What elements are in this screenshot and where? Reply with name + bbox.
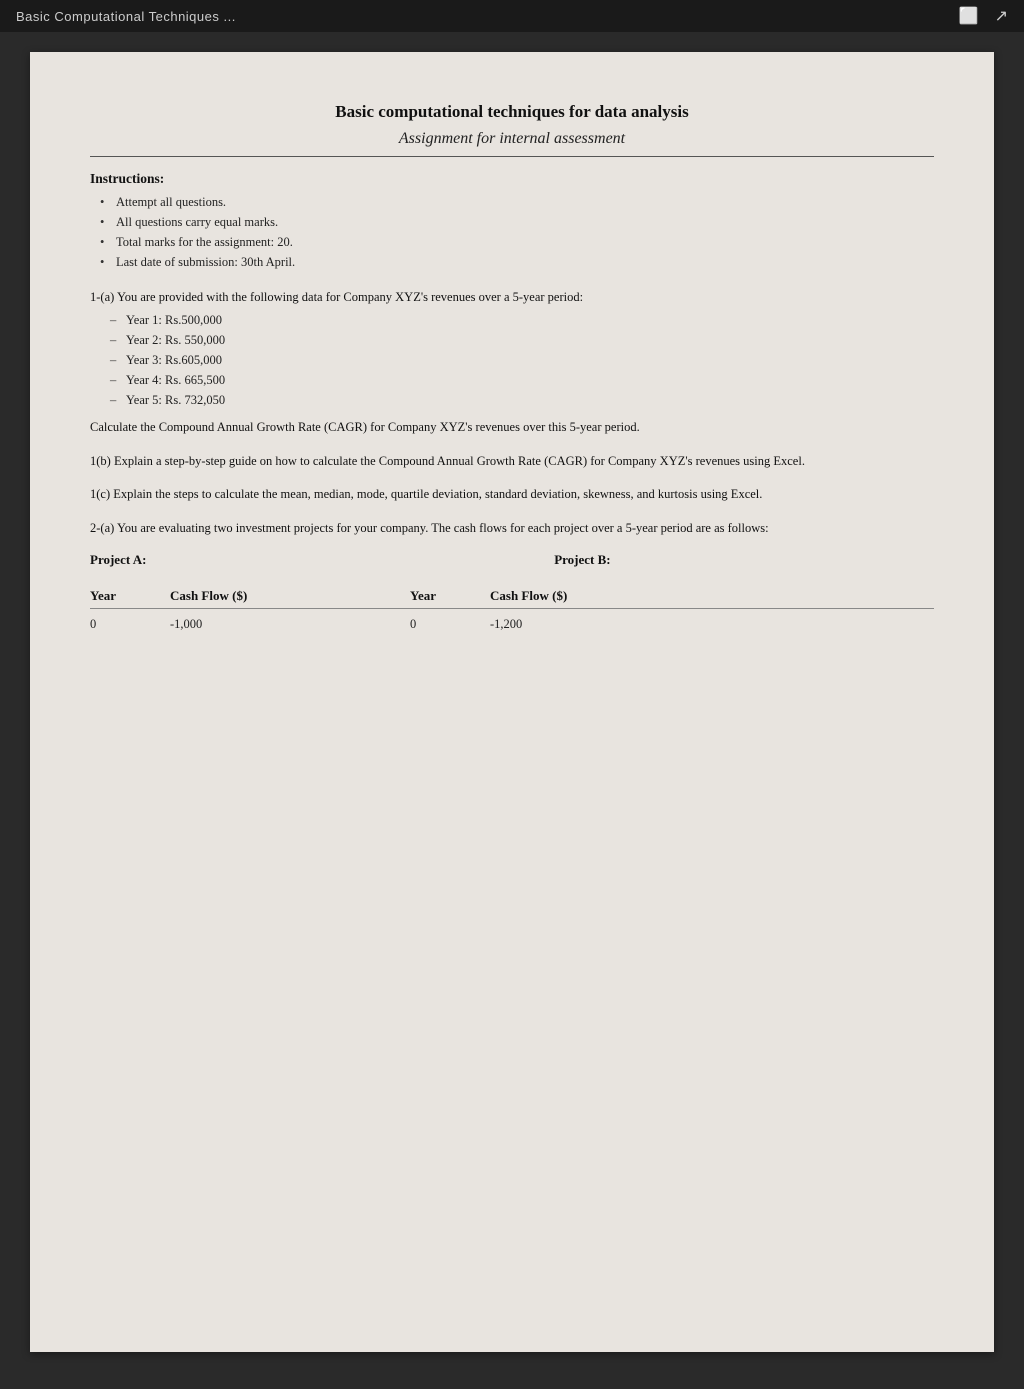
q1a-intro: 1-(a) You are provided with the followin…: [90, 288, 934, 307]
cell-year-b-0: 0: [410, 617, 490, 632]
doc-main-title: Basic computational techniques for data …: [90, 102, 934, 122]
list-item: Last date of submission: 30th April.: [100, 255, 934, 270]
cell-year-a-0: 0: [90, 617, 170, 632]
question-1a-block: 1-(a) You are provided with the followin…: [90, 288, 934, 438]
q2a-text: 2-(a) You are evaluating two investment …: [90, 519, 934, 538]
q1b-text: 1(b) Explain a step-by-step guide on how…: [90, 452, 934, 471]
instructions-label: Instructions:: [90, 171, 934, 187]
doc-subtitle: Assignment for internal assessment: [90, 130, 934, 148]
phone-frame: Basic Computational Techniques ... ⬜ ↗ B…: [0, 0, 1024, 1389]
question-1b-block: 1(b) Explain a step-by-step guide on how…: [90, 452, 934, 471]
col-header-year-a: Year: [90, 588, 170, 604]
table-header-row: Year Cash Flow ($) Year Cash Flow ($): [90, 588, 934, 604]
export-icon[interactable]: ⬜: [959, 6, 979, 26]
list-item: Year 1: Rs.500,000: [110, 313, 934, 328]
table-divider: [90, 608, 934, 609]
question-1c-block: 1(c) Explain the steps to calculate the …: [90, 485, 934, 504]
top-bar-icons: ⬜ ↗: [959, 6, 1008, 26]
list-item: Year 5: Rs. 732,050: [110, 393, 934, 408]
cell-cf-a-0: -1,000: [170, 617, 370, 632]
q1c-text: 1(c) Explain the steps to calculate the …: [90, 485, 934, 504]
projects-labels-row: Project A: Project B:: [90, 552, 934, 568]
list-item: Year 2: Rs. 550,000: [110, 333, 934, 348]
top-bar: Basic Computational Techniques ... ⬜ ↗: [0, 0, 1024, 32]
top-bar-title: Basic Computational Techniques ...: [16, 9, 236, 24]
table-row: 0 -1,000 0 -1,200: [90, 617, 934, 632]
cash-flow-table: Year Cash Flow ($) Year Cash Flow ($) 0 …: [90, 588, 934, 632]
project-a-label: Project A:: [90, 552, 470, 568]
cell-cf-b-0: -1,200: [490, 617, 690, 632]
list-item: Year 4: Rs. 665,500: [110, 373, 934, 388]
revenue-list: Year 1: Rs.500,000 Year 2: Rs. 550,000 Y…: [90, 313, 934, 408]
document-page: Basic computational techniques for data …: [30, 52, 994, 1352]
q1a-calc: Calculate the Compound Annual Growth Rat…: [90, 418, 934, 437]
question-2a-block: 2-(a) You are evaluating two investment …: [90, 519, 934, 632]
list-item: Attempt all questions.: [100, 195, 934, 210]
col-header-year-b: Year: [410, 588, 490, 604]
instructions-list: Attempt all questions. All questions car…: [90, 195, 934, 270]
project-b-label: Project B:: [554, 552, 934, 568]
list-item: All questions carry equal marks.: [100, 215, 934, 230]
title-divider: [90, 156, 934, 157]
col-header-cashflow-a: Cash Flow ($): [170, 588, 370, 604]
list-item: Year 3: Rs.605,000: [110, 353, 934, 368]
share-icon[interactable]: ↗: [995, 6, 1008, 26]
list-item: Total marks for the assignment: 20.: [100, 235, 934, 250]
col-header-cashflow-b: Cash Flow ($): [490, 588, 690, 604]
